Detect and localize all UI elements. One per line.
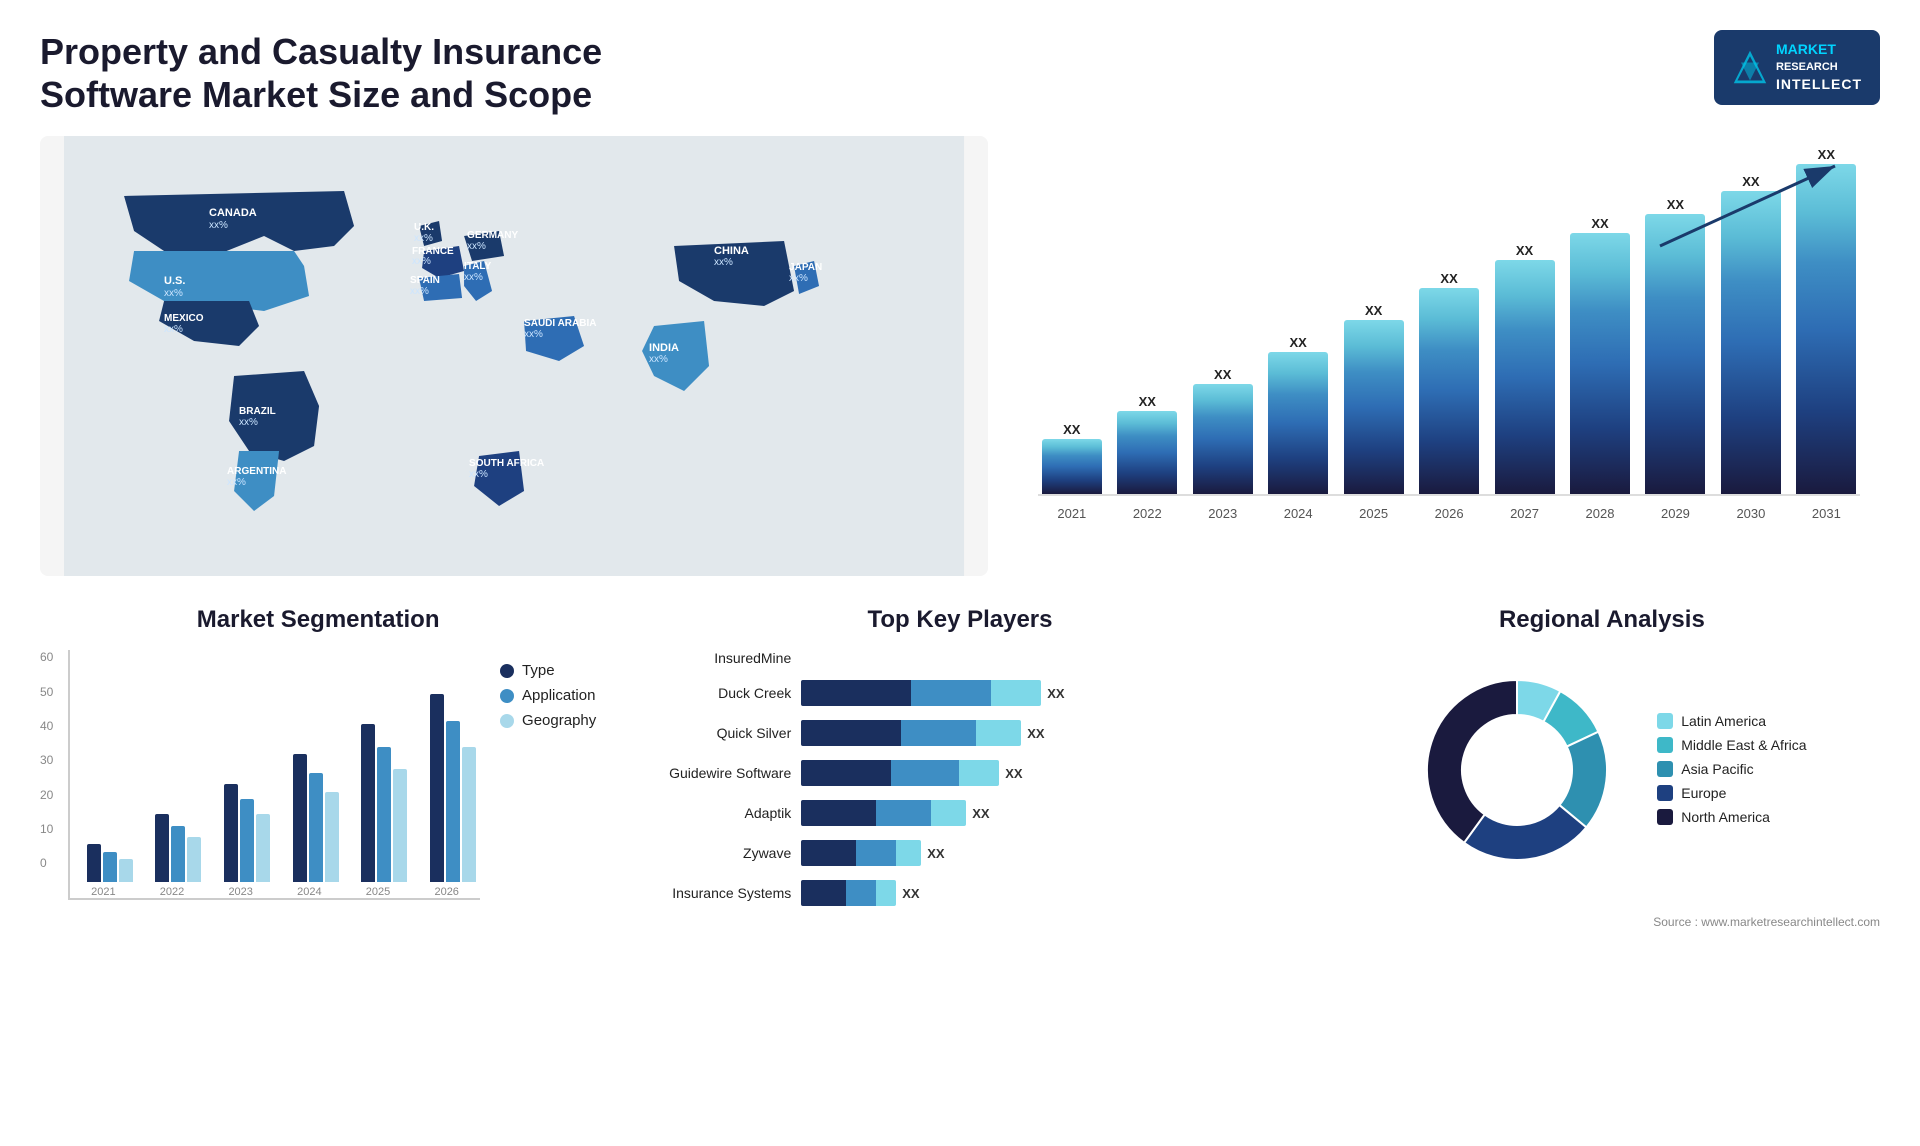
seg-y-labels: 60 50 40 30 20 10 0	[40, 650, 53, 870]
svg-text:xx%: xx%	[789, 273, 808, 284]
svg-text:xx%: xx%	[524, 329, 543, 340]
regional-legend-item-3: Europe	[1657, 785, 1806, 801]
world-map: CANADA xx% U.S. xx% MEXICO xx% BRAZIL xx…	[40, 136, 988, 576]
seg-chart-wrap: 60 50 40 30 20 10 0 20212022202320242025…	[40, 650, 480, 900]
regional-legend-item-4: North America	[1657, 809, 1806, 825]
donut-svg	[1397, 650, 1637, 890]
regional-title: Regional Analysis	[1324, 606, 1880, 634]
seg-legend-item-2: Geography	[500, 712, 596, 729]
logo-line2: RESEARCH	[1776, 60, 1862, 75]
player-row-5: ZywaveXX	[636, 840, 1284, 866]
seg-legend-item-1: Application	[500, 687, 596, 704]
regional-section: Regional Analysis Latin America Middle Ea…	[1324, 606, 1880, 929]
player-row-1: Duck CreekXX	[636, 680, 1284, 706]
page-title: Property and Casualty Insurance Software…	[40, 30, 740, 116]
player-row-4: AdaptikXX	[636, 800, 1284, 826]
svg-text:xx%: xx%	[410, 286, 429, 297]
svg-text:xx%: xx%	[239, 417, 258, 428]
svg-text:xx%: xx%	[164, 288, 183, 299]
svg-text:JAPAN: JAPAN	[789, 262, 822, 273]
seg-legend-item-0: Type	[500, 662, 596, 679]
segmentation-title: Market Segmentation	[40, 606, 596, 634]
player-row-3: Guidewire SoftwareXX	[636, 760, 1284, 786]
regional-legend-item-2: Asia Pacific	[1657, 761, 1806, 777]
logo-text: MARKET RESEARCH INTELLECT	[1776, 40, 1862, 95]
logo-icon	[1732, 49, 1768, 85]
regional-legend-item-0: Latin America	[1657, 713, 1806, 729]
bottom-row: Market Segmentation 60 50 40 30 20 10 0 …	[40, 606, 1880, 929]
bar-group-2027: XX	[1491, 243, 1558, 494]
bar-years: 2021202220232024202520262027202820292030…	[1038, 502, 1860, 521]
bar-group-2025: XX	[1340, 303, 1407, 494]
seg-group-2024: 2024	[280, 754, 339, 898]
svg-text:xx%: xx%	[412, 256, 431, 267]
svg-text:ARGENTINA: ARGENTINA	[227, 466, 286, 477]
svg-text:ITALY: ITALY	[464, 261, 492, 272]
svg-text:CHINA: CHINA	[714, 245, 749, 257]
trend-arrow-svg	[1650, 156, 1850, 256]
svg-text:xx%: xx%	[227, 477, 246, 488]
seg-group-2025: 2025	[349, 724, 408, 898]
segmentation-section: Market Segmentation 60 50 40 30 20 10 0 …	[40, 606, 596, 929]
svg-text:SAUDI ARABIA: SAUDI ARABIA	[524, 318, 596, 329]
svg-text:xx%: xx%	[649, 354, 668, 365]
donut-center	[1464, 717, 1570, 823]
world-map-svg: CANADA xx% U.S. xx% MEXICO xx% BRAZIL xx…	[40, 136, 988, 576]
bar-group-2023: XX	[1189, 367, 1256, 494]
player-row-0: InsuredMine	[636, 650, 1284, 666]
bar-group-2026: XX	[1415, 271, 1482, 494]
bar-group-2022: XX	[1114, 394, 1181, 494]
svg-text:xx%: xx%	[469, 469, 488, 480]
svg-text:INDIA: INDIA	[649, 342, 679, 354]
canada-label: CANADA	[209, 207, 257, 219]
svg-text:MEXICO: MEXICO	[164, 313, 204, 324]
svg-text:xx%: xx%	[209, 220, 228, 231]
logo-line1: MARKET	[1776, 40, 1862, 60]
top-row: CANADA xx% U.S. xx% MEXICO xx% BRAZIL xx…	[40, 136, 1880, 576]
seg-group-2023: 2023	[211, 784, 270, 898]
svg-text:xx%: xx%	[464, 272, 483, 283]
key-players-title: Top Key Players	[626, 606, 1294, 634]
regional-legend-wrap: Latin America Middle East & Africa Asia Pa…	[1657, 713, 1806, 833]
regional-content: Latin America Middle East & Africa Asia Pa…	[1324, 650, 1880, 895]
seg-content: 60 50 40 30 20 10 0 20212022202320242025…	[40, 650, 596, 900]
svg-text:SOUTH AFRICA: SOUTH AFRICA	[469, 458, 544, 469]
player-row-2: Quick SilverXX	[636, 720, 1284, 746]
svg-text:U.S.: U.S.	[164, 275, 185, 287]
players-list: InsuredMine Duck CreekXX Quick SilverXX Gui…	[626, 650, 1294, 910]
player-row-6: Insurance SystemsXX	[636, 880, 1284, 906]
svg-text:xx%: xx%	[414, 233, 433, 244]
bar-chart-section: XXXXXXXXXXXXXXXXXXXXXX 20212022202320242…	[1018, 136, 1880, 576]
map-section: CANADA xx% U.S. xx% MEXICO xx% BRAZIL xx…	[40, 136, 988, 576]
bar-group-2021: XX	[1038, 422, 1105, 494]
regional-legend-item-1: Middle East & Africa	[1657, 737, 1806, 753]
source-text: Source : www.marketresearchintellect.com	[1324, 915, 1880, 929]
logo-line3: INTELLECT	[1776, 75, 1862, 95]
seg-group-2026: 2026	[417, 694, 476, 898]
svg-text:xx%: xx%	[467, 241, 486, 252]
bar-group-2024: XX	[1264, 335, 1331, 494]
page-header: Property and Casualty Insurance Software…	[40, 30, 1880, 116]
svg-text:BRAZIL: BRAZIL	[239, 406, 276, 417]
seg-legend: Type Application Geography	[500, 662, 596, 900]
seg-group-2022: 2022	[143, 814, 202, 898]
svg-text:GERMANY: GERMANY	[467, 230, 518, 241]
svg-text:SPAIN: SPAIN	[410, 275, 440, 286]
bar-chart-container: XXXXXXXXXXXXXXXXXXXXXX 20212022202320242…	[1018, 136, 1880, 576]
svg-text:xx%: xx%	[164, 324, 183, 335]
key-players-section: Top Key Players InsuredMine Duck CreekXX Q…	[626, 606, 1294, 929]
svg-text:xx%: xx%	[714, 257, 733, 268]
logo-box: MARKET RESEARCH INTELLECT	[1714, 30, 1880, 105]
seg-bars-container: 202120222023202420252026	[68, 650, 480, 900]
donut-chart-wrap	[1397, 650, 1637, 895]
seg-group-2021: 2021	[74, 844, 133, 898]
svg-text:U.K.: U.K.	[414, 222, 434, 233]
bar-group-2028: XX	[1566, 216, 1633, 494]
logo-area: MARKET RESEARCH INTELLECT	[1714, 30, 1880, 105]
